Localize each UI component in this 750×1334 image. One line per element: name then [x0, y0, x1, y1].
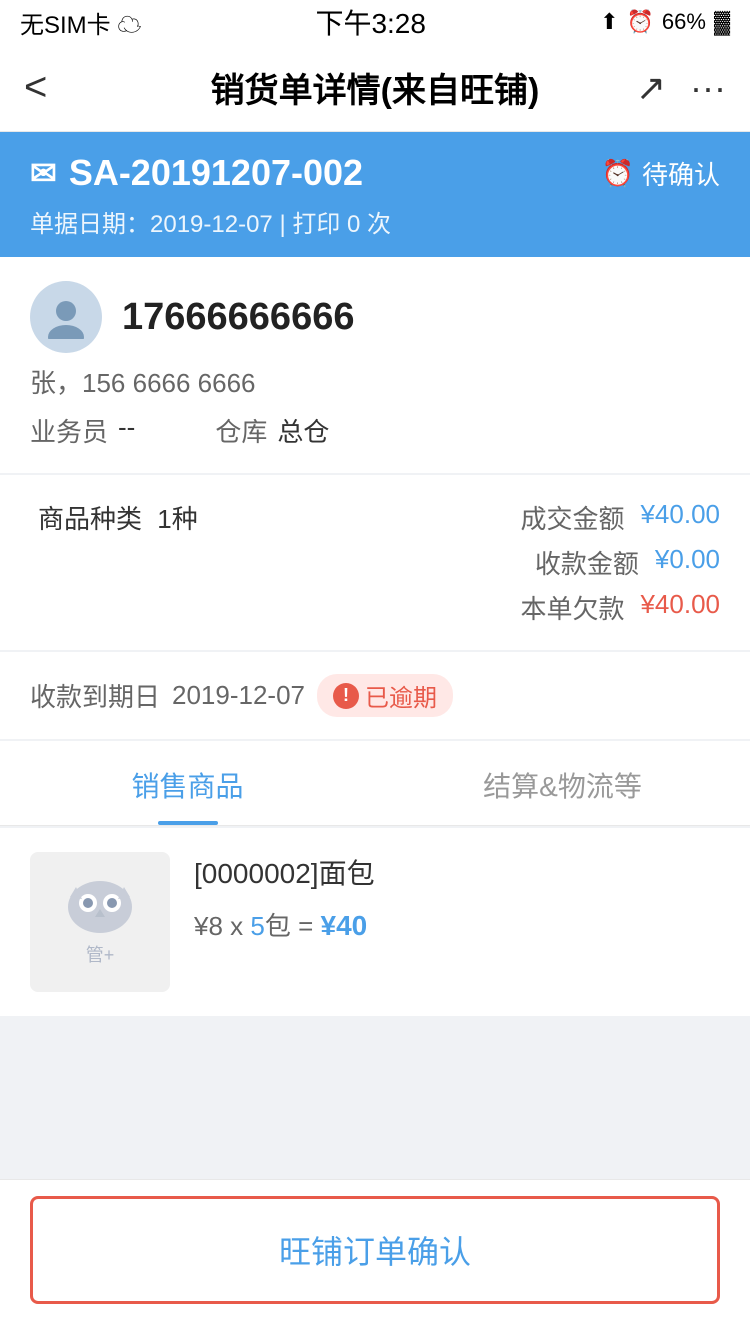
product-thumb-inner: 管+ — [60, 877, 140, 967]
product-quantity: 5 — [250, 911, 264, 941]
warehouse-value: 总仓 — [277, 412, 329, 449]
status-clock-icon: ⏰ — [602, 158, 634, 189]
salesperson-label: 业务员 — [30, 412, 108, 449]
product-logo-text: 管+ — [86, 941, 115, 967]
due-date-value: 2019-12-07 — [172, 680, 305, 711]
order-date: 单据日期：2019-12-07 — [30, 211, 273, 238]
more-icon[interactable]: ··· — [690, 67, 726, 109]
order-header: ✉ SA-20191207-002 ⏰ 待确认 单据日期：2019-12-07 … — [0, 132, 750, 257]
overdue-badge: ! 已逾期 — [317, 674, 453, 717]
location-icon: ⬆ — [600, 9, 618, 35]
payment-amount-value: ¥0.00 — [655, 544, 720, 581]
tab-settlement-label: 结算&物流等 — [483, 771, 642, 802]
battery-label: 66% — [662, 9, 706, 35]
product-type-item: 商品种类 1种 — [30, 499, 198, 536]
print-count: | — [279, 211, 292, 238]
status-right: ⬆ ⏰ 66% ▓ — [600, 9, 730, 35]
product-item: 管+ [0000002]面包 ¥8 x 5包 = ¥40 — [0, 828, 750, 1016]
due-amount-row: 本单欠款 ¥40.00 — [520, 589, 720, 626]
product-logo — [60, 877, 140, 937]
payment-amount-row: 收款金额 ¥0.00 — [535, 544, 720, 581]
product-price: ¥8 x 5包 = ¥40 — [194, 906, 720, 943]
order-header-top: ✉ SA-20191207-002 ⏰ 待确认 — [30, 152, 720, 194]
product-multiply: x — [230, 911, 250, 941]
customer-meta: 业务员 -- 仓库 总仓 — [30, 412, 720, 449]
due-amount-label: 本单欠款 — [520, 589, 624, 626]
page-title: 销货单详情(来自旺铺) — [211, 63, 540, 112]
product-type-label: 商品种类 — [38, 504, 142, 534]
order-id: ✉ SA-20191207-002 — [30, 152, 363, 194]
product-code: [0000002] — [194, 858, 319, 889]
tab-settlement[interactable]: 结算&物流等 — [375, 741, 750, 825]
customer-avatar — [30, 281, 102, 353]
order-meta: 单据日期：2019-12-07 | 打印 0 次 — [30, 204, 720, 239]
summary-section: 商品种类 1种 成交金额 ¥40.00 收款金额 ¥0.00 本单欠款 ¥40.… — [0, 475, 750, 650]
overdue-icon: ! — [333, 683, 359, 709]
product-info: [0000002]面包 ¥8 x 5包 = ¥40 — [194, 852, 720, 943]
confirm-order-button[interactable]: 旺铺订单确认 — [30, 1196, 720, 1304]
salesperson-item: 业务员 -- — [30, 412, 135, 449]
product-price-value: ¥8 — [194, 911, 223, 941]
overdue-text: 已逾期 — [365, 678, 437, 713]
product-unit: 包 — [265, 911, 291, 941]
tabs-section: 销售商品 结算&物流等 — [0, 741, 750, 826]
order-icon: ✉ — [30, 154, 57, 192]
due-amount-value: ¥40.00 — [640, 589, 720, 626]
salesperson-value: -- — [118, 412, 135, 449]
summary-right: 成交金额 ¥40.00 收款金额 ¥0.00 本单欠款 ¥40.00 — [520, 499, 720, 626]
customer-name: 张，156 6666 6666 — [30, 363, 720, 400]
nav-bar: < 销货单详情(来自旺铺) ↗ ··· — [0, 44, 750, 132]
warehouse-item: 仓库 总仓 — [215, 412, 329, 449]
status-bar: 无SIM卡 ☁ 下午3:28 ⬆ ⏰ 66% ▓ — [0, 0, 750, 44]
print-count-text: 打印 0 次 — [292, 211, 391, 238]
no-sim-label: 无SIM卡 ☁ — [20, 5, 141, 40]
product-equals: = — [298, 911, 320, 941]
order-status-text: 待确认 — [642, 155, 720, 192]
product-total: ¥40 — [321, 910, 368, 941]
payment-amount-label: 收款金额 — [535, 544, 639, 581]
tab-sales-product-label: 销售商品 — [131, 771, 243, 802]
customer-section: 17666666666 张，156 6666 6666 业务员 -- 仓库 总仓 — [0, 257, 750, 473]
deal-amount-label: 成交金额 — [520, 499, 624, 536]
deal-amount-row: 成交金额 ¥40.00 — [520, 499, 720, 536]
due-section: 收款到期日 2019-12-07 ! 已逾期 — [0, 652, 750, 739]
status-time: 下午3:28 — [315, 2, 426, 42]
avatar-icon — [44, 295, 88, 339]
order-status: ⏰ 待确认 — [602, 155, 720, 192]
product-name: [0000002]面包 — [194, 852, 720, 892]
status-left: 无SIM卡 ☁ — [20, 5, 141, 40]
alarm-icon: ⏰ — [627, 9, 654, 35]
product-name-text: 面包 — [319, 858, 375, 889]
product-type-value: 1种 — [157, 504, 197, 534]
product-thumbnail: 管+ — [30, 852, 170, 992]
customer-top: 17666666666 — [30, 281, 720, 353]
summary-left: 商品种类 1种 — [30, 499, 198, 536]
customer-phone: 17666666666 — [122, 296, 354, 339]
battery-icon: ▓ — [714, 9, 730, 35]
bottom-bar: 旺铺订单确认 — [0, 1179, 750, 1334]
warehouse-label: 仓库 — [215, 412, 267, 449]
nav-actions: ↗ ··· — [636, 67, 726, 109]
due-date-label: 收款到期日 — [30, 677, 160, 714]
back-button[interactable]: < — [24, 65, 47, 110]
deal-amount-value: ¥40.00 — [640, 499, 720, 536]
tab-sales-product[interactable]: 销售商品 — [0, 741, 375, 825]
share-icon[interactable]: ↗ — [636, 67, 666, 109]
order-id-text: SA-20191207-002 — [69, 152, 363, 194]
